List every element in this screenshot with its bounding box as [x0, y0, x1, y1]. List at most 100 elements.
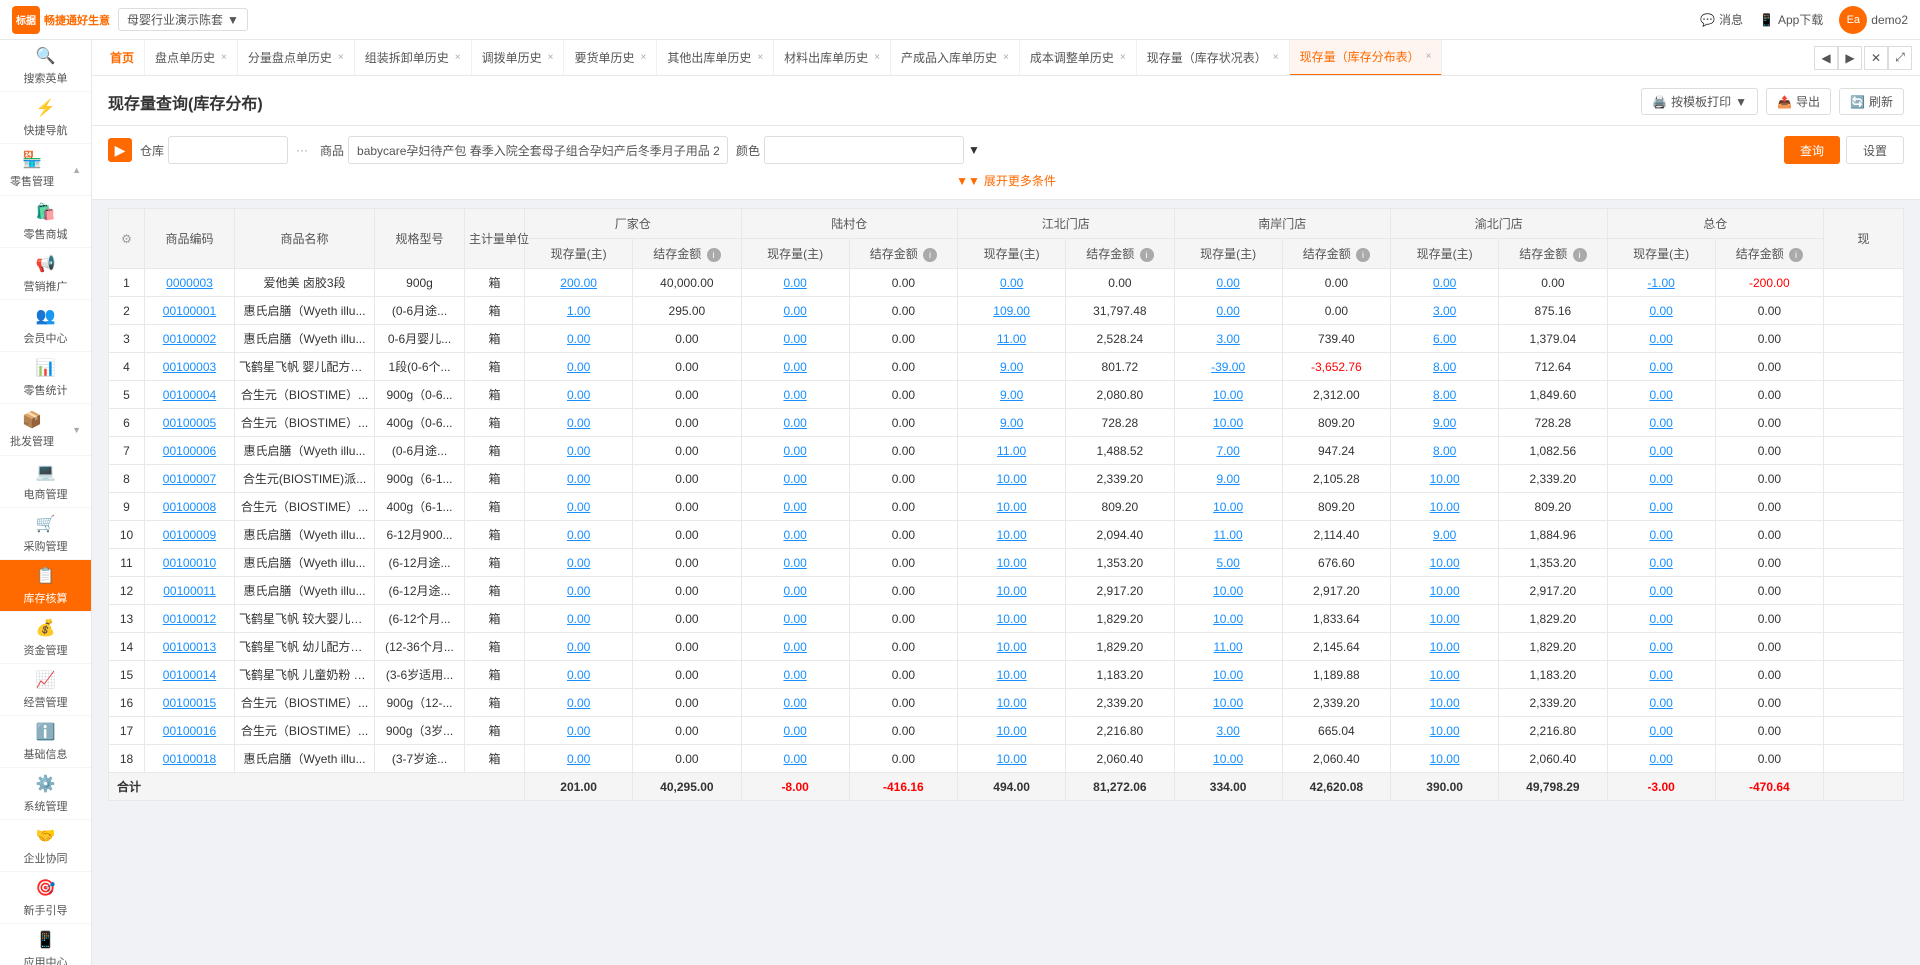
tab-product-in[interactable]: 产成品入库单历史 × — [891, 40, 1020, 76]
sidebar-item-quick-nav[interactable]: ⚡ 快捷导航 — [0, 92, 91, 144]
tab-cost-adjust[interactable]: 成本调整单历史 × — [1020, 40, 1137, 76]
tab-combo-disassemble[interactable]: 组装拆卸单历史 × — [355, 40, 472, 76]
member-icon: 👥 — [36, 306, 56, 326]
tab-close-purchase-request[interactable]: × — [640, 52, 646, 63]
th-unit: 主计量单位 — [465, 209, 525, 269]
tab-close-cost-adjust[interactable]: × — [1120, 52, 1126, 63]
sidebar-item-enterprise[interactable]: 🤝 企业协同 — [0, 820, 91, 872]
sidebar-item-system[interactable]: ⚙️ 系统管理 — [0, 768, 91, 820]
yubeiqu-info-icon[interactable]: i — [1573, 248, 1587, 262]
wholesale-arrow: ▼ — [72, 425, 81, 435]
th-yubeiqu-store: 渝北门店 — [1391, 209, 1608, 239]
jiangbei-info-icon[interactable]: i — [1140, 248, 1154, 262]
sidebar-item-retail-shop[interactable]: 🛍️ 零售商城 — [0, 196, 91, 248]
th-lujiazhou-amt: 结存金额 i — [849, 239, 957, 269]
th-jiangbei-stock: 现存量(主) — [958, 239, 1066, 269]
sidebar-item-wholesale[interactable]: 📦 批发管理 ▼ — [0, 404, 91, 456]
query-button[interactable]: 查询 — [1784, 136, 1840, 164]
sidebar-item-retail-mgmt[interactable]: 🏪 零售管理 ▲ — [0, 144, 91, 196]
table-row: 700100006惠氏启膳（Wyeth illu...(0-6月途...箱0.0… — [109, 437, 1904, 465]
avatar-initials: Ea — [1847, 14, 1860, 26]
tab-transfer[interactable]: 调拨单历史 × — [472, 40, 565, 76]
print-button[interactable]: 🖨️ 按模板打印 ▼ — [1641, 88, 1758, 115]
sidebar-item-guide[interactable]: 🎯 新手引导 — [0, 872, 91, 924]
sidebar-item-appCenter[interactable]: 📱 应用中心 — [0, 924, 91, 965]
expand-conditions-btn[interactable]: ▼▼ 展开更多条件 — [956, 172, 1056, 189]
total-info-icon[interactable]: i — [1789, 248, 1803, 262]
lujiazhou-info-icon[interactable]: i — [923, 248, 937, 262]
appCenter-icon: 📱 — [36, 930, 56, 950]
expand-label: 展开更多条件 — [984, 172, 1056, 189]
nav-close-all-btn[interactable]: ✕ — [1864, 46, 1888, 70]
tab-close-other-out[interactable]: × — [757, 52, 763, 63]
th-spec: 规格型号 — [375, 209, 465, 269]
user-info[interactable]: Ea demo2 — [1839, 6, 1908, 34]
table-row: 1500100014飞鹤星飞帆 儿童奶粉 4...(3-6岁适用...箱0.00… — [109, 661, 1904, 689]
tab-close-stock-dist[interactable]: × — [1426, 51, 1432, 62]
factory-info-icon[interactable]: i — [707, 248, 721, 262]
tab-stock-status[interactable]: 现存量（库存状况表） × — [1137, 40, 1290, 76]
toggle-button[interactable]: ▶ — [108, 138, 132, 162]
warehouse-input[interactable] — [168, 136, 288, 164]
sidebar-item-marketing[interactable]: 📢 营销推广 — [0, 248, 91, 300]
refresh-icon: 🔄 — [1850, 95, 1865, 109]
sidebar-item-purchase[interactable]: 🛒 采购管理 — [0, 508, 91, 560]
tab-close-combo-disassemble[interactable]: × — [455, 52, 461, 63]
table-row: 600100005合生元（BIOSTIME）...400g（0-6...箱0.0… — [109, 409, 1904, 437]
sidebar-item-finance[interactable]: 💰 资金管理 — [0, 612, 91, 664]
th-total-amt: 结存金额 i — [1715, 239, 1823, 269]
operations-icon: 📈 — [36, 670, 56, 690]
sidebar-item-search[interactable]: 🔍 搜索英单 — [0, 40, 91, 92]
nav-prev-btn[interactable]: ◀ — [1814, 46, 1838, 70]
sidebar-item-retail-stats[interactable]: 📊 零售统计 — [0, 352, 91, 404]
tab-close-branch-count[interactable]: × — [338, 52, 344, 63]
tab-stock-dist[interactable]: 现存量（库存分布表） × — [1290, 40, 1443, 76]
color-input[interactable] — [764, 136, 964, 164]
th-nangan-store: 南岸门店 — [1174, 209, 1391, 239]
sidebar: 🔍 搜索英单 ⚡ 快捷导航 🏪 零售管理 ▲ 🛍️ 零售商城 📢 营销推广 👥 … — [0, 40, 92, 965]
nav-tabs: 首页 盘点单历史 × 分量盘点单历史 × 组装拆卸单历史 × 调拨单历史 × 要… — [92, 40, 1920, 76]
tab-close-transfer[interactable]: × — [548, 52, 554, 63]
message-action[interactable]: 💬 消息 — [1700, 11, 1743, 28]
nav-next-btn[interactable]: ▶ — [1838, 46, 1862, 70]
retail-mgmt-arrow: ▲ — [72, 165, 81, 175]
refresh-button[interactable]: 🔄 刷新 — [1839, 88, 1904, 115]
nav-expand-btn[interactable]: ⤢ — [1888, 46, 1912, 70]
export-label: 导出 — [1796, 93, 1820, 110]
sidebar-label-marketing: 营销推广 — [24, 278, 68, 294]
tab-material-out[interactable]: 材料出库单历史 × — [774, 40, 891, 76]
tab-branch-count[interactable]: 分量盘点单历史 × — [238, 40, 355, 76]
tab-close-stock-status[interactable]: × — [1273, 52, 1279, 63]
tab-other-out[interactable]: 其他出库单历史 × — [657, 40, 774, 76]
tab-inventory-count[interactable]: 盘点单历史 × — [145, 40, 238, 76]
warehouse-dots[interactable]: ··· — [292, 143, 312, 157]
sidebar-item-ecom[interactable]: 💻 电商管理 — [0, 456, 91, 508]
nangan-info-icon[interactable]: i — [1356, 248, 1370, 262]
finance-icon: 💰 — [36, 618, 56, 638]
sidebar-item-member[interactable]: 👥 会员中心 — [0, 300, 91, 352]
sidebar-item-basic[interactable]: ℹ️ 基础信息 — [0, 716, 91, 768]
tab-close-material-out[interactable]: × — [874, 52, 880, 63]
org-selector[interactable]: 母婴行业演示陈套 ▼ — [118, 8, 248, 31]
export-button[interactable]: 📤 导出 — [1766, 88, 1831, 115]
table-row: 1700100016合生元（BIOSTIME）...900g（3岁...箱0.0… — [109, 717, 1904, 745]
table-row: 1200100011惠氏启膳（Wyeth illu...(6-12月途...箱0… — [109, 577, 1904, 605]
inventory-icon: 📋 — [36, 566, 56, 586]
tab-close-inventory-count[interactable]: × — [221, 52, 227, 63]
sidebar-label-search: 搜索英单 — [24, 70, 68, 86]
logo-text: 畅捷通好生意 — [44, 12, 110, 28]
tab-close-product-in[interactable]: × — [1003, 52, 1009, 63]
tab-home[interactable]: 首页 — [100, 40, 145, 76]
retail-shop-icon: 🛍️ — [36, 202, 56, 222]
gear-icon[interactable]: ⚙ — [121, 232, 132, 246]
tab-purchase-request[interactable]: 要货单历史 × — [564, 40, 657, 76]
table-row: 1000100009惠氏启膳（Wyeth illu...6-12月900...箱… — [109, 521, 1904, 549]
app-download-action[interactable]: 📱 App下载 — [1759, 11, 1823, 28]
th-current: 现 — [1824, 209, 1904, 269]
setting-button[interactable]: 设置 — [1846, 136, 1904, 164]
retail-stats-icon: 📊 — [36, 358, 56, 378]
goods-input[interactable] — [348, 136, 728, 164]
sidebar-item-inventory[interactable]: 📋 库存核算 — [0, 560, 91, 612]
th-gear[interactable]: ⚙ — [109, 209, 145, 269]
sidebar-item-operations[interactable]: 📈 经营管理 — [0, 664, 91, 716]
